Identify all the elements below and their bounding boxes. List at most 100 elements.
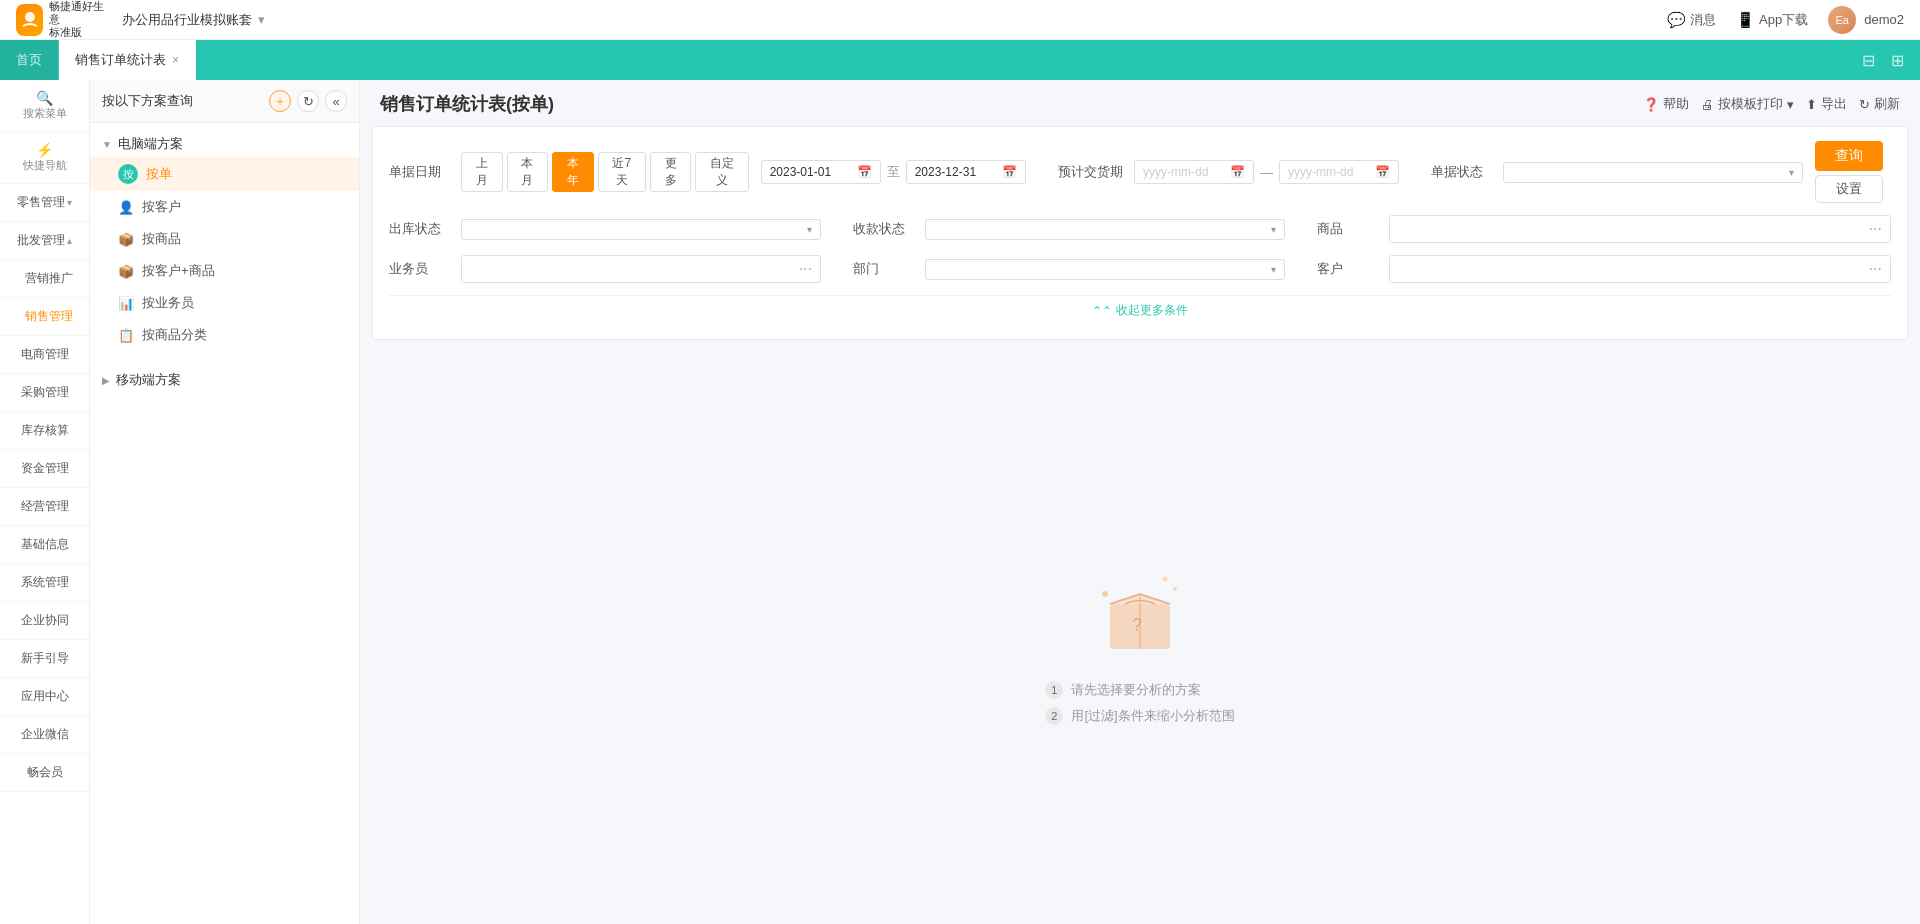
help-button[interactable]: ❓ 帮助 — [1643, 95, 1689, 113]
date-label: 单据日期 — [389, 163, 449, 181]
payment-status-select[interactable]: ▾ — [925, 219, 1285, 240]
expected-date-separator: — — [1260, 165, 1273, 180]
mobile-section-title: 移动端方案 — [116, 371, 181, 389]
sidebar-item-inventory[interactable]: 库存核算 — [0, 412, 89, 450]
customer-select[interactable]: ··· — [1389, 255, 1891, 283]
date-btn-this-month[interactable]: 本月 — [507, 152, 549, 192]
tip-num-2: 2 — [1045, 707, 1063, 725]
analysis-item-by-order[interactable]: 按 按单 — [90, 157, 359, 191]
sidebar-item-ecommerce[interactable]: 电商管理 — [0, 336, 89, 374]
product-label: 商品 — [1317, 220, 1377, 238]
date-btn-last-month[interactable]: 上月 — [461, 152, 503, 192]
tip-text-1: 请先选择要分析的方案 — [1071, 681, 1201, 699]
analysis-item-by-customer[interactable]: 👤 按客户 — [90, 191, 359, 223]
product-select[interactable]: ··· — [1389, 215, 1891, 243]
analysis-item-by-product[interactable]: 📦 按商品 — [90, 223, 359, 255]
sidebar-item-system[interactable]: 系统管理 — [0, 564, 89, 602]
expected-date-end-input[interactable]: yyyy-mm-dd 📅 — [1279, 160, 1399, 184]
pc-section-header[interactable]: ▼ 电脑端方案 — [90, 131, 359, 157]
date-btn-last-7-days[interactable]: 近7天 — [598, 152, 646, 192]
delivery-status-arrow-icon: ▾ — [807, 224, 812, 235]
app-download-icon: 📱 — [1736, 11, 1755, 29]
expected-calendar-start-icon: 📅 — [1230, 165, 1245, 179]
collapse-filters-button[interactable]: ⌃⌃ 收起更多条件 — [389, 295, 1891, 325]
analysis-item-by-salesperson[interactable]: 📊 按业务员 — [90, 287, 359, 319]
date-range-input: 2023-01-01 📅 至 2023-12-31 📅 — [761, 160, 1026, 184]
by-customer-icon: 👤 — [118, 200, 134, 215]
status-label: 单据状态 — [1431, 163, 1491, 181]
settings-button[interactable]: 设置 — [1815, 175, 1883, 203]
by-order-label: 按单 — [146, 165, 172, 183]
collapse-label: 收起更多条件 — [1116, 302, 1188, 319]
date-separator: 至 — [887, 163, 900, 181]
salesperson-dots-icon[interactable]: ··· — [799, 260, 812, 278]
date-btn-this-year[interactable]: 本年 — [552, 152, 594, 192]
date-btn-more[interactable]: 更多 — [650, 152, 692, 192]
tab-bar-actions: ⊟ ⊞ — [1846, 40, 1920, 80]
export-button[interactable]: ⬆ 导出 — [1806, 95, 1847, 113]
salesperson-select[interactable]: ··· — [461, 255, 821, 283]
date-end-input[interactable]: 2023-12-31 📅 — [906, 160, 1026, 184]
mobile-section-header[interactable]: ▶ 移动端方案 — [90, 367, 359, 393]
analysis-item-by-customer-product[interactable]: 📦 按客户+商品 — [90, 255, 359, 287]
add-scheme-button[interactable]: + — [269, 90, 291, 112]
sidebar-item-sales[interactable]: 销售管理 — [0, 298, 89, 336]
filter-row-3: 业务员 ··· 部门 ▾ 客户 ··· — [389, 255, 1891, 283]
tip-item-2: 2 用[过滤]条件来缩小分析范围 — [1045, 707, 1234, 725]
tab-sales-stats[interactable]: 销售订单统计表 × — [59, 40, 196, 80]
delivery-status-select[interactable]: ▾ — [461, 219, 821, 240]
print-button[interactable]: 🖨 按模板打印 ▾ — [1701, 95, 1794, 113]
sidebar-item-search[interactable]: 🔍 搜索菜单 — [0, 80, 89, 132]
analysis-item-by-category[interactable]: 📋 按商品分类 — [90, 319, 359, 351]
analysis-panel-header: 按以下方案查询 + ↻ « — [90, 80, 359, 123]
customer-dots-icon[interactable]: ··· — [1869, 260, 1882, 278]
wholesale-expand-icon: ▴ — [67, 235, 72, 246]
date-btn-custom[interactable]: 自定义 — [695, 152, 748, 192]
app-download-label: App下载 — [1759, 11, 1808, 29]
refresh-button[interactable]: ↻ 刷新 — [1859, 95, 1900, 113]
calendar-start-icon: 📅 — [857, 165, 872, 179]
sidebar-item-purchase[interactable]: 采购管理 — [0, 374, 89, 412]
date-start-input[interactable]: 2023-01-01 📅 — [761, 160, 881, 184]
filter-row-1: 单据日期 上月 本月 本年 近7天 更多 自定义 2023-01-01 📅 — [389, 141, 1891, 203]
sidebar-item-wholesale[interactable]: 批发管理 ▴ — [0, 222, 89, 260]
header-right: 💬 消息 📱 App下载 Ea demo2 — [1667, 6, 1904, 34]
app-download-button[interactable]: 📱 App下载 — [1736, 11, 1808, 29]
sidebar-item-app-center[interactable]: 应用中心 — [0, 678, 89, 716]
tab-close-icon[interactable]: × — [172, 53, 179, 67]
customer-label: 客户 — [1317, 260, 1377, 278]
expected-date-start-input[interactable]: yyyy-mm-dd 📅 — [1134, 160, 1254, 184]
tab-expand-button[interactable]: ⊞ — [1887, 47, 1908, 74]
filter-row-2: 出库状态 ▾ 收款状态 ▾ 商品 ··· — [389, 215, 1891, 243]
product-select-dots-icon[interactable]: ··· — [1869, 220, 1882, 238]
sidebar-item-quick-nav[interactable]: ⚡ 快捷导航 — [0, 132, 89, 184]
refresh-scheme-button[interactable]: ↻ — [297, 90, 319, 112]
breadcrumb-arrow-icon[interactable]: ▾ — [258, 12, 265, 27]
user-menu[interactable]: Ea demo2 — [1828, 6, 1904, 34]
sidebar-item-enterprise-wechat[interactable]: 企业微信 — [0, 716, 89, 754]
message-button[interactable]: 💬 消息 — [1667, 11, 1716, 29]
by-customer-product-icon: 📦 — [118, 264, 134, 279]
content-area: 按以下方案查询 + ↻ « ▼ 电脑端方案 按 按单 👤 — [90, 80, 1920, 924]
sidebar-item-basic-info[interactable]: 基础信息 — [0, 526, 89, 564]
tab-minimize-button[interactable]: ⊟ — [1858, 47, 1879, 74]
sidebar-item-member[interactable]: 畅会员 — [0, 754, 89, 792]
sidebar-item-newbie[interactable]: 新手引导 — [0, 640, 89, 678]
top-header: 畅捷通好生意 标准版 办公用品行业模拟账套 ▾ 💬 消息 📱 App下载 Ea … — [0, 0, 1920, 40]
main-layout: 🔍 搜索菜单 ⚡ 快捷导航 零售管理 ▾ 批发管理 ▴ 营销推广 销售管理 电商… — [0, 80, 1920, 924]
by-category-icon: 📋 — [118, 328, 134, 343]
sidebar-item-retail[interactable]: 零售管理 ▾ — [0, 184, 89, 222]
logo-text: 畅捷通好生意 标准版 — [49, 0, 106, 39]
tip-item-1: 1 请先选择要分析的方案 — [1045, 681, 1234, 699]
department-select[interactable]: ▾ — [925, 259, 1285, 280]
status-select[interactable]: ▾ — [1503, 162, 1803, 183]
breadcrumb: 办公用品行业模拟账套 ▾ — [106, 11, 1667, 29]
tab-home[interactable]: 首页 — [0, 40, 59, 80]
sidebar-item-finance[interactable]: 资金管理 — [0, 450, 89, 488]
svg-point-4 — [1173, 587, 1177, 591]
search-button[interactable]: 查询 — [1815, 141, 1883, 171]
sidebar-item-enterprise[interactable]: 企业协同 — [0, 602, 89, 640]
sidebar-item-operations[interactable]: 经营管理 — [0, 488, 89, 526]
sidebar-item-marketing[interactable]: 营销推广 — [0, 260, 89, 298]
collapse-panel-button[interactable]: « — [325, 90, 347, 112]
